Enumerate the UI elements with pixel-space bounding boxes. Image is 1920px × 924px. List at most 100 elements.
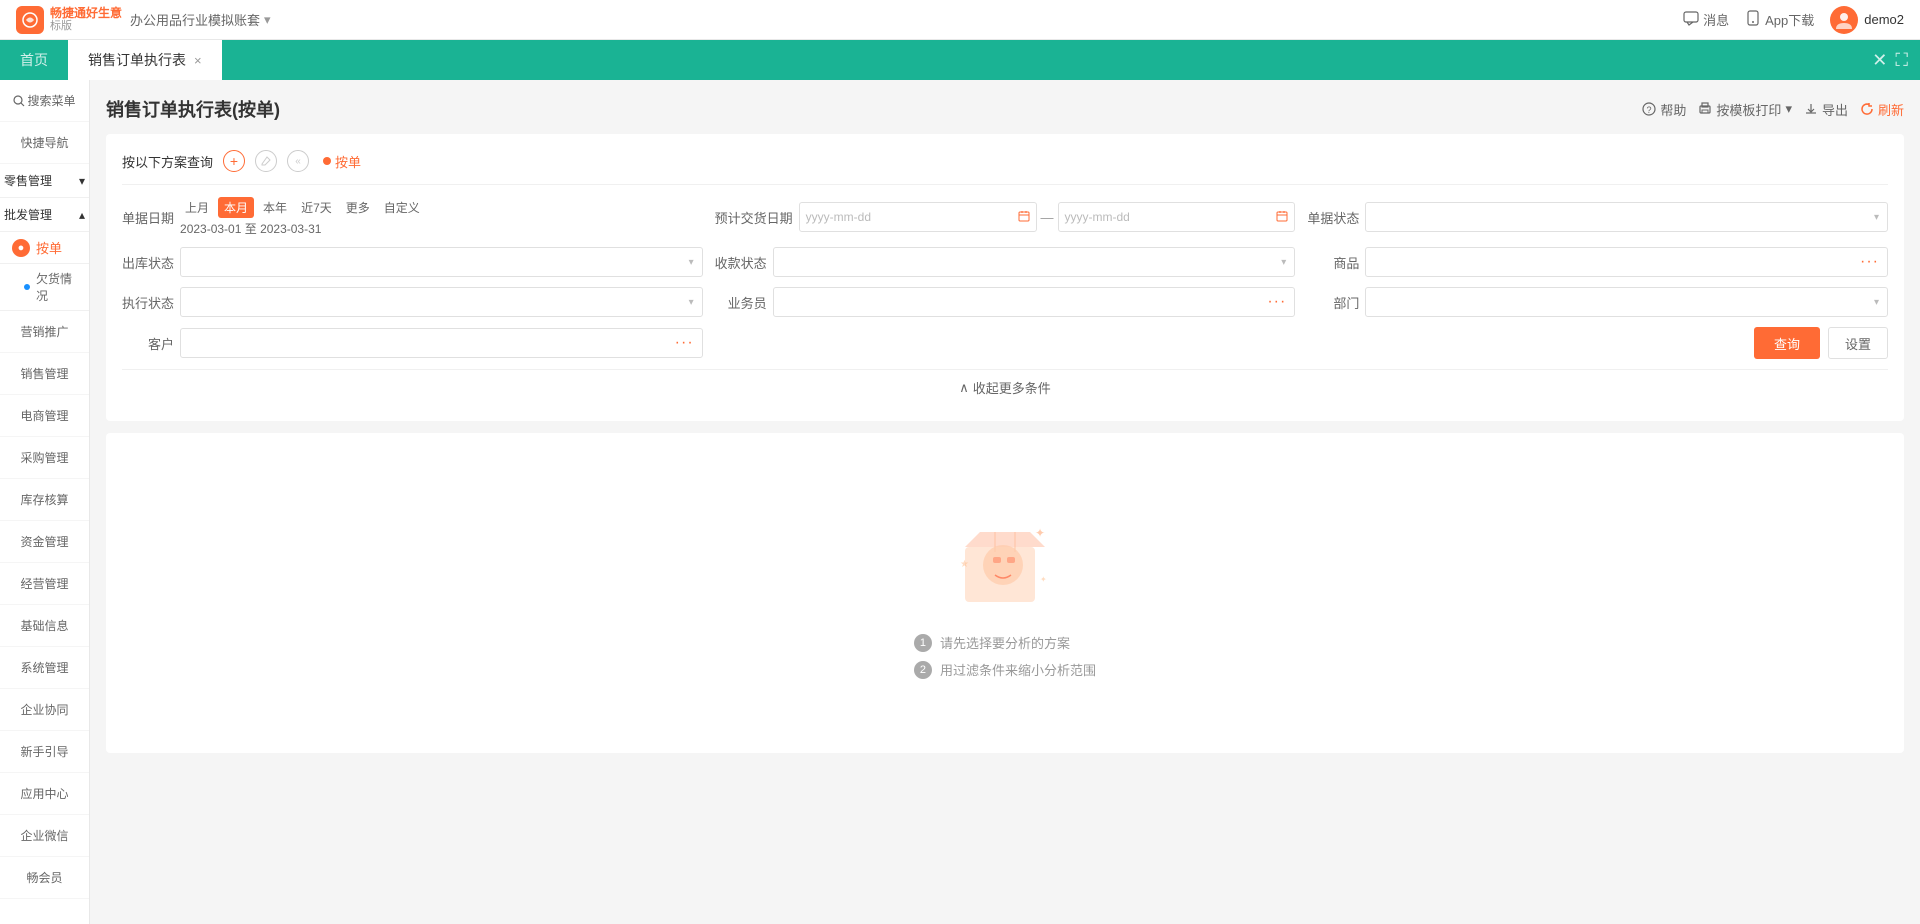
expected-date-field: 预计交货日期 yyyy-mm-dd — yyyy-mm-dd [715,202,1296,232]
collect-status-select[interactable]: ▾ [773,247,1296,277]
top-bar-left: 畅捷通好生意 标版 办公用品行业模拟账套 ▾ [16,6,271,34]
tab-close-icon[interactable]: × [194,53,202,68]
doc-status-field: 单据状态 ▾ [1307,202,1888,232]
customer-field: 客户 ··· [122,328,703,358]
filter-content: 销售订单执行表(按单) ? 帮助 按模板打印 ▾ 导出 [90,80,1920,924]
sidebar-item-wholesale[interactable]: 批发管理 ▴ [0,198,89,232]
avatar [1830,6,1858,34]
filter-row-3: 执行状态 ▾ 业务员 ··· 部门 [122,287,1888,317]
scheme-edit-btn[interactable] [255,150,277,172]
sidebar-sub-press-order[interactable]: ● 按单 [0,232,89,264]
scheme-collapse-btn[interactable]: « [287,150,309,172]
empty-tip-2: 2 用过滤条件来缩小分析范围 [914,660,1096,679]
customer-select[interactable]: ··· [180,328,703,358]
fullscreen-btn[interactable]: ⛶ [1895,50,1908,71]
exec-status-field: 执行状态 ▾ [122,287,703,317]
date-btn-custom[interactable]: 自定义 [379,197,425,218]
print-dropdown-icon[interactable]: ▾ [1785,101,1792,117]
logo-subtitle: 标版 [50,20,122,33]
sidebar-item-purchase[interactable]: 采购管理 [0,437,89,479]
help-btn[interactable]: ? 帮助 [1642,100,1686,119]
tip2-num: 2 [914,661,932,679]
ship-status-select[interactable]: ▾ [180,247,703,277]
empty-svg: ✦ ★ ✦ [945,507,1065,617]
top-bar: 畅捷通好生意 标版 办公用品行业模拟账套 ▾ 消息 App下载 demo2 [0,0,1920,40]
collapse-more-btn[interactable]: ∧ 收起更多条件 [122,369,1888,405]
sidebar-item-newbie[interactable]: 新手引导 [0,731,89,773]
export-btn[interactable]: 导出 [1804,100,1848,119]
date-btn-more[interactable]: 更多 [341,197,375,218]
salesperson-select[interactable]: ··· [773,287,1296,317]
print-label: 按模板打印 [1716,100,1781,119]
tab-home[interactable]: 首页 [0,40,68,80]
doc-date-label: 单据日期 [122,208,174,227]
date-btn-last-month[interactable]: 上月 [180,197,214,218]
date-btn-this-year[interactable]: 本年 [258,197,292,218]
close-tab-btn[interactable]: ✕ [1872,50,1887,71]
empty-tips: 1 请先选择要分析的方案 2 用过滤条件来缩小分析范围 [914,633,1096,679]
sidebar-search[interactable]: 搜索菜单 [0,80,89,122]
sidebar-item-ecom[interactable]: 电商管理 [0,395,89,437]
sidebar-item-system[interactable]: 系统管理 [0,647,89,689]
svg-text:✦: ✦ [1035,526,1045,540]
sidebar-quick-nav[interactable]: 快捷导航 [0,122,89,164]
ship-status-caret: ▾ [689,257,694,268]
sidebar-item-operations[interactable]: 经营管理 [0,563,89,605]
sidebar-sub-owe[interactable]: 欠货情况 [0,264,89,311]
sidebar-item-retail-label: 零售管理 [4,172,52,189]
date-quick-btns: 上月 本月 本年 近7天 更多 自定义 [180,197,703,218]
print-btn[interactable]: 按模板打印 ▾ [1698,100,1792,119]
logo-icon [16,6,44,34]
date-range-text: 2023-03-01 至 2023-03-31 [180,220,703,237]
setting-btn[interactable]: 设置 [1828,327,1888,359]
empty-illustration: ✦ ★ ✦ [945,507,1065,617]
filter-row-2: 出库状态 ▾ 收款状态 ▾ 商品 [122,247,1888,277]
doc-status-select[interactable]: ▾ [1365,202,1888,232]
sidebar-item-retail[interactable]: 零售管理 ▾ [0,164,89,198]
collapse-more-icon: ∧ [959,380,969,396]
sidebar-item-member[interactable]: 畅会员 [0,857,89,899]
sidebar-item-marketing[interactable]: 营销推广 [0,311,89,353]
sidebar-item-basic[interactable]: 基础信息 [0,605,89,647]
sidebar-item-inventory[interactable]: 库存核算 [0,479,89,521]
logo-text: 畅捷通好生意 [50,6,122,20]
filter-row-4: 客户 ··· 查询 设置 [122,327,1888,359]
exec-status-label: 执行状态 [122,293,174,312]
expected-date-start-icon [1018,210,1030,225]
user-area[interactable]: demo2 [1830,6,1904,34]
message-btn[interactable]: 消息 [1683,10,1729,29]
query-btn[interactable]: 查询 [1754,327,1820,359]
sidebar-item-company[interactable]: 企业协同 [0,689,89,731]
sidebar-item-sales[interactable]: 销售管理 [0,353,89,395]
date-btn-this-month[interactable]: 本月 [218,197,254,218]
sidebar-quick-nav-label: 快捷导航 [20,136,68,150]
expected-date-end[interactable]: yyyy-mm-dd [1058,202,1296,232]
press-order-icon: ● [12,239,30,257]
tab-sales-execution[interactable]: 销售订单执行表 × [68,40,222,80]
department-select[interactable]: ▾ [1365,287,1888,317]
salesperson-field: 业务员 ··· [715,287,1296,317]
wholesale-expand-icon: ▴ [79,208,85,222]
product-select[interactable]: ··· [1365,247,1888,277]
owe-icon [24,284,30,290]
exec-status-select[interactable]: ▾ [180,287,703,317]
tab-sales-execution-label: 销售订单执行表 [88,50,186,70]
content-wrapper: 销售订单执行表(按单) ? 帮助 按模板打印 ▾ 导出 [90,80,1920,924]
refresh-btn[interactable]: 刷新 [1860,100,1904,119]
expected-date-start[interactable]: yyyy-mm-dd [799,202,1037,232]
doc-date-field: 单据日期 上月 本月 本年 近7天 更多 自定义 2023-03-01 至 20… [122,197,703,237]
sidebar-item-finance[interactable]: 资金管理 [0,521,89,563]
product-field: 商品 ··· [1307,247,1888,277]
scheme-add-btn[interactable]: + [223,150,245,172]
department-field: 部门 ▾ [1307,287,1888,317]
active-scheme-name: 按单 [335,152,361,171]
breadcrumb-dropdown-icon[interactable]: ▾ [264,12,271,28]
collapse-more-label: 收起更多条件 [973,378,1051,397]
expected-date-end-placeholder: yyyy-mm-dd [1065,210,1130,224]
app-download-btn[interactable]: App下载 [1745,10,1814,29]
sidebar-item-apps[interactable]: 应用中心 [0,773,89,815]
sidebar-item-corpwx[interactable]: 企业微信 [0,815,89,857]
expected-date-range: yyyy-mm-dd — yyyy-mm-dd [799,202,1296,232]
date-btn-7days[interactable]: 近7天 [296,197,337,218]
ship-status-field: 出库状态 ▾ [122,247,703,277]
